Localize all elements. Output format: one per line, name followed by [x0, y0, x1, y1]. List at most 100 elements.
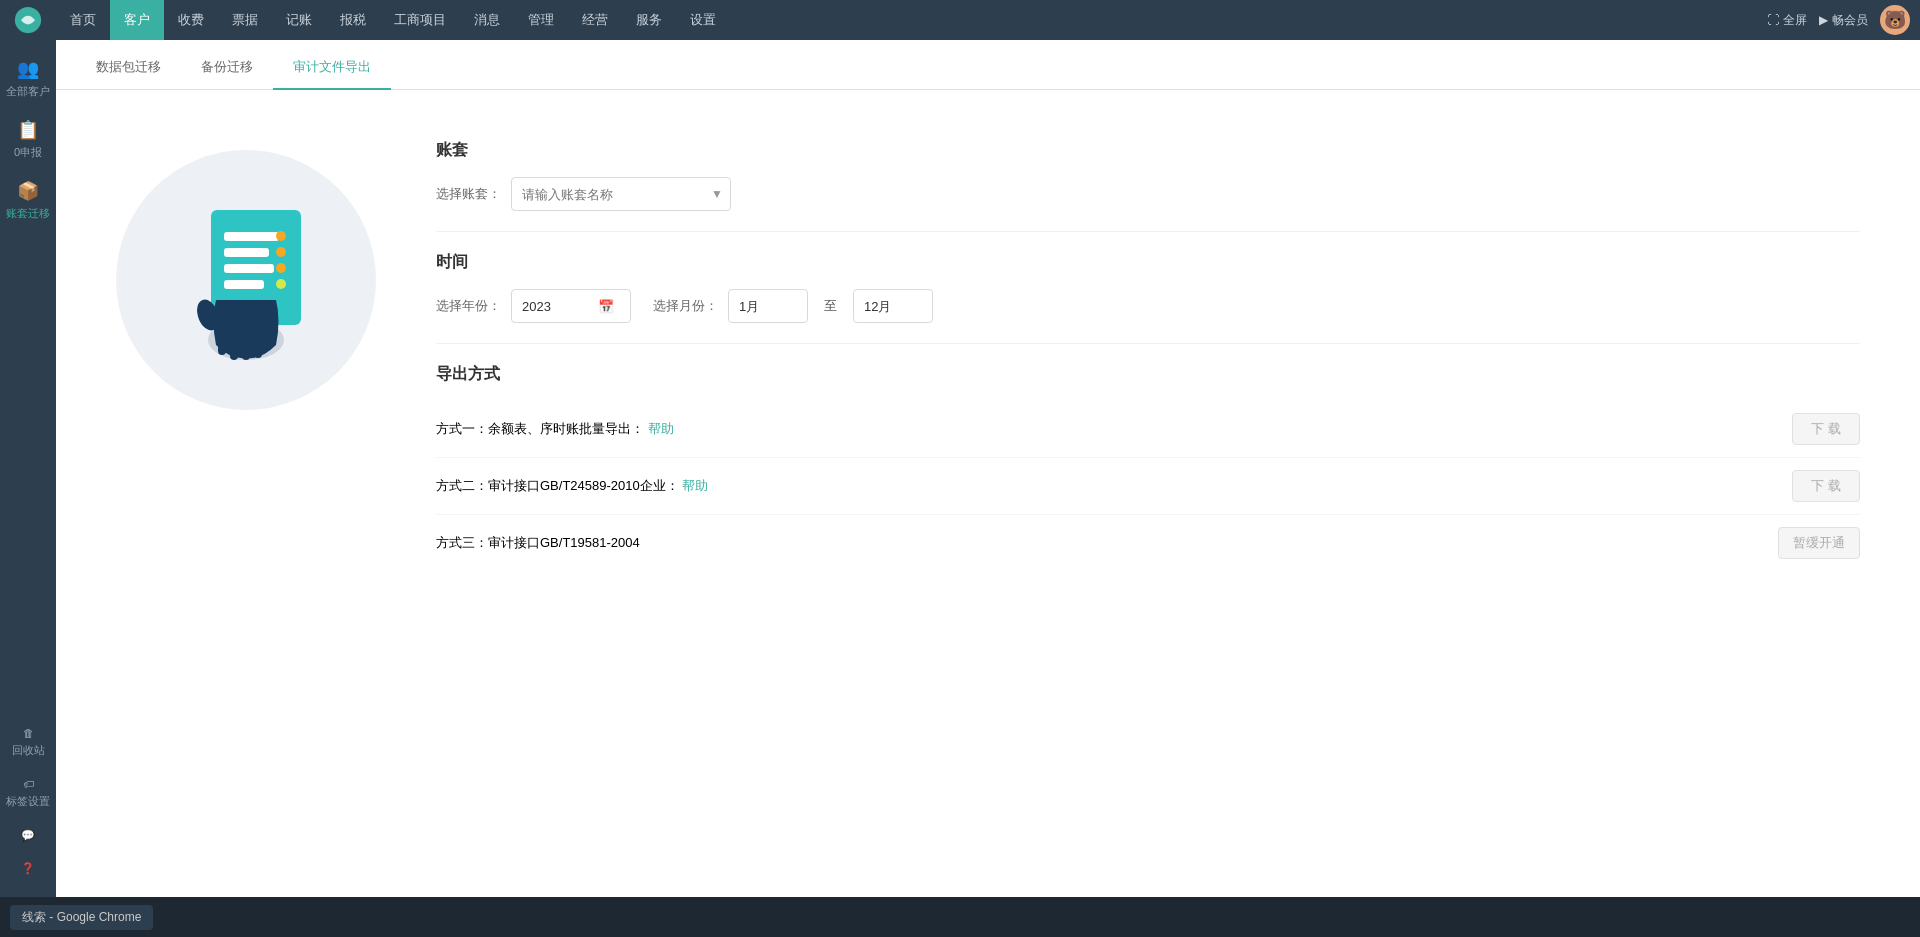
month-label: 选择月份：	[653, 297, 718, 315]
nav-accounting[interactable]: 记账	[272, 0, 326, 40]
nav-manage[interactable]: 管理	[514, 0, 568, 40]
nav-business[interactable]: 工商项目	[380, 0, 460, 40]
export-section-title: 导出方式	[436, 364, 1860, 385]
nav-messages[interactable]: 消息	[460, 0, 514, 40]
section-divider-2	[436, 343, 1860, 344]
content-area: 数据包迁移 备份迁移 审计文件导出	[56, 40, 1920, 897]
month-to-separator: 至	[824, 297, 837, 315]
taskbar: 线索 - Google Chrome	[0, 897, 1920, 937]
nav-home[interactable]: 首页	[56, 0, 110, 40]
sidebar-recycle-label: 回收站	[12, 743, 45, 758]
sidebar-item-help[interactable]: ❓	[0, 852, 56, 885]
account-section-title: 账套	[436, 140, 1860, 161]
chat-icon: 💬	[21, 829, 35, 842]
svg-point-8	[276, 263, 286, 273]
nav-customers[interactable]: 客户	[110, 0, 164, 40]
export-method-1-text: 方式一：余额表、序时账批量导出：	[436, 421, 644, 436]
sidebar-item-recycle[interactable]: 🗑 回收站	[0, 717, 56, 768]
account-input[interactable]	[511, 177, 731, 211]
fullscreen-label: 全屏	[1783, 12, 1807, 29]
fullscreen-icon: ⛶	[1767, 13, 1779, 27]
sidebar-item-zero-declaration[interactable]: 📋 0申报	[0, 109, 56, 170]
sidebar-bottom: 🗑 回收站 🏷 标签设置 💬 ❓	[0, 717, 56, 897]
nav-tax[interactable]: 报税	[326, 0, 380, 40]
page-content: 账套 选择账套： ▼ 时间 选择年份： 📅	[56, 90, 1920, 897]
svg-rect-14	[242, 338, 250, 360]
month-from-wrapper: 1月2月3月4月 5月6月7月8月 9月10月11月12月	[728, 289, 808, 323]
svg-rect-3	[224, 248, 269, 257]
tab-bar: 数据包迁移 备份迁移 审计文件导出	[56, 40, 1920, 90]
nav-invoices[interactable]: 票据	[218, 0, 272, 40]
form-area: 账套 选择账套： ▼ 时间 选择年份： 📅	[436, 130, 1860, 857]
sidebar-zero-declaration-label: 0申报	[14, 145, 42, 160]
account-select-wrapper: ▼	[511, 177, 731, 211]
label-settings-icon: 🏷	[23, 778, 34, 790]
svg-point-7	[276, 247, 286, 257]
fullscreen-button[interactable]: ⛶ 全屏	[1767, 12, 1807, 29]
month-from-select[interactable]: 1月2月3月4月 5月6月7月8月 9月10月11月12月	[728, 289, 808, 323]
top-nav-right: ⛶ 全屏 ▶ 畅会员 🐻	[1767, 5, 1910, 35]
section-divider-1	[436, 231, 1860, 232]
video-icon: ▶	[1819, 13, 1828, 27]
nav-fees[interactable]: 收费	[164, 0, 218, 40]
tab-backup-migration[interactable]: 备份迁移	[181, 46, 273, 90]
sidebar: 👥 全部客户 📋 0申报 📦 账套迁移 🗑 回收站 🏷 标签设置 💬 ❓	[0, 40, 56, 897]
sidebar-item-all-customers[interactable]: 👥 全部客户	[0, 48, 56, 109]
recycle-icon: 🗑	[23, 727, 34, 739]
export-method-3-open-button[interactable]: 暂缓开通	[1778, 527, 1860, 559]
account-row: 选择账套： ▼	[436, 177, 1860, 211]
export-method-1-help[interactable]: 帮助	[648, 421, 674, 436]
sidebar-item-label-settings[interactable]: 🏷 标签设置	[0, 768, 56, 819]
nav-settings[interactable]: 设置	[676, 0, 730, 40]
export-method-2-download-button[interactable]: 下 载	[1792, 470, 1860, 502]
svg-rect-4	[224, 264, 274, 273]
sidebar-item-account-migration[interactable]: 📦 账套迁移	[0, 170, 56, 231]
membership-button[interactable]: ▶ 畅会员	[1819, 12, 1868, 29]
svg-rect-15	[254, 338, 262, 358]
svg-rect-13	[230, 338, 238, 360]
nav-operation[interactable]: 经营	[568, 0, 622, 40]
export-method-2-help[interactable]: 帮助	[682, 478, 708, 493]
export-method-3: 方式三：审计接口GB/T19581-2004 暂缓开通	[436, 515, 1860, 571]
sidebar-account-migration-label: 账套迁移	[6, 206, 50, 221]
tab-data-migration[interactable]: 数据包迁移	[76, 46, 181, 90]
year-input-wrapper: 📅	[511, 289, 631, 323]
help-icon: ❓	[21, 862, 35, 875]
nav-items: 首页 客户 收费 票据 记账 报税 工商项目 消息 管理 经营 服务 设置	[56, 0, 1767, 40]
export-method-3-text: 方式三：审计接口GB/T19581-2004	[436, 535, 640, 550]
export-method-2-label: 方式二：审计接口GB/T24589-2010企业： 帮助	[436, 477, 708, 495]
all-customers-icon: 👥	[17, 58, 39, 80]
illustration-circle	[116, 150, 376, 410]
sidebar-item-chat[interactable]: 💬	[0, 819, 56, 852]
export-method-1: 方式一：余额表、序时账批量导出： 帮助 下 载	[436, 401, 1860, 458]
app-logo[interactable]	[10, 2, 46, 38]
year-input[interactable]	[522, 299, 592, 314]
month-to-select[interactable]: 1月2月3月4月 5月6月7月8月 9月10月11月12月	[853, 289, 933, 323]
export-method-1-label: 方式一：余额表、序时账批量导出： 帮助	[436, 420, 674, 438]
main-wrapper: 👥 全部客户 📋 0申报 📦 账套迁移 🗑 回收站 🏷 标签设置 💬 ❓	[0, 40, 1920, 897]
time-section-title: 时间	[436, 252, 1860, 273]
export-method-2-text: 方式二：审计接口GB/T24589-2010企业：	[436, 478, 679, 493]
svg-rect-5	[224, 280, 264, 289]
svg-point-9	[276, 279, 286, 289]
taskbar-chrome-item[interactable]: 线索 - Google Chrome	[10, 905, 153, 930]
tab-audit-export[interactable]: 审计文件导出	[273, 46, 391, 90]
illustration-svg	[156, 180, 336, 380]
illustration-area	[116, 130, 376, 857]
export-method-2: 方式二：审计接口GB/T24589-2010企业： 帮助 下 载	[436, 458, 1860, 515]
svg-rect-2	[224, 232, 279, 241]
account-migration-icon: 📦	[17, 180, 39, 202]
account-label: 选择账套：	[436, 185, 501, 203]
svg-point-6	[276, 231, 286, 241]
membership-label: 畅会员	[1832, 12, 1868, 29]
top-navigation: 首页 客户 收费 票据 记账 报税 工商项目 消息 管理 经营 服务 设置 ⛶ …	[0, 0, 1920, 40]
month-to-wrapper: 1月2月3月4月 5月6月7月8月 9月10月11月12月	[853, 289, 933, 323]
export-method-1-download-button[interactable]: 下 载	[1792, 413, 1860, 445]
user-avatar[interactable]: 🐻	[1880, 5, 1910, 35]
time-row: 选择年份： 📅 选择月份： 1月2月3月4月 5月6月7月8月 9月10月11月…	[436, 289, 1860, 323]
zero-declaration-icon: 📋	[17, 119, 39, 141]
sidebar-label-settings-label: 标签设置	[6, 794, 50, 809]
svg-rect-12	[218, 335, 226, 355]
calendar-icon: 📅	[598, 299, 614, 314]
nav-service[interactable]: 服务	[622, 0, 676, 40]
